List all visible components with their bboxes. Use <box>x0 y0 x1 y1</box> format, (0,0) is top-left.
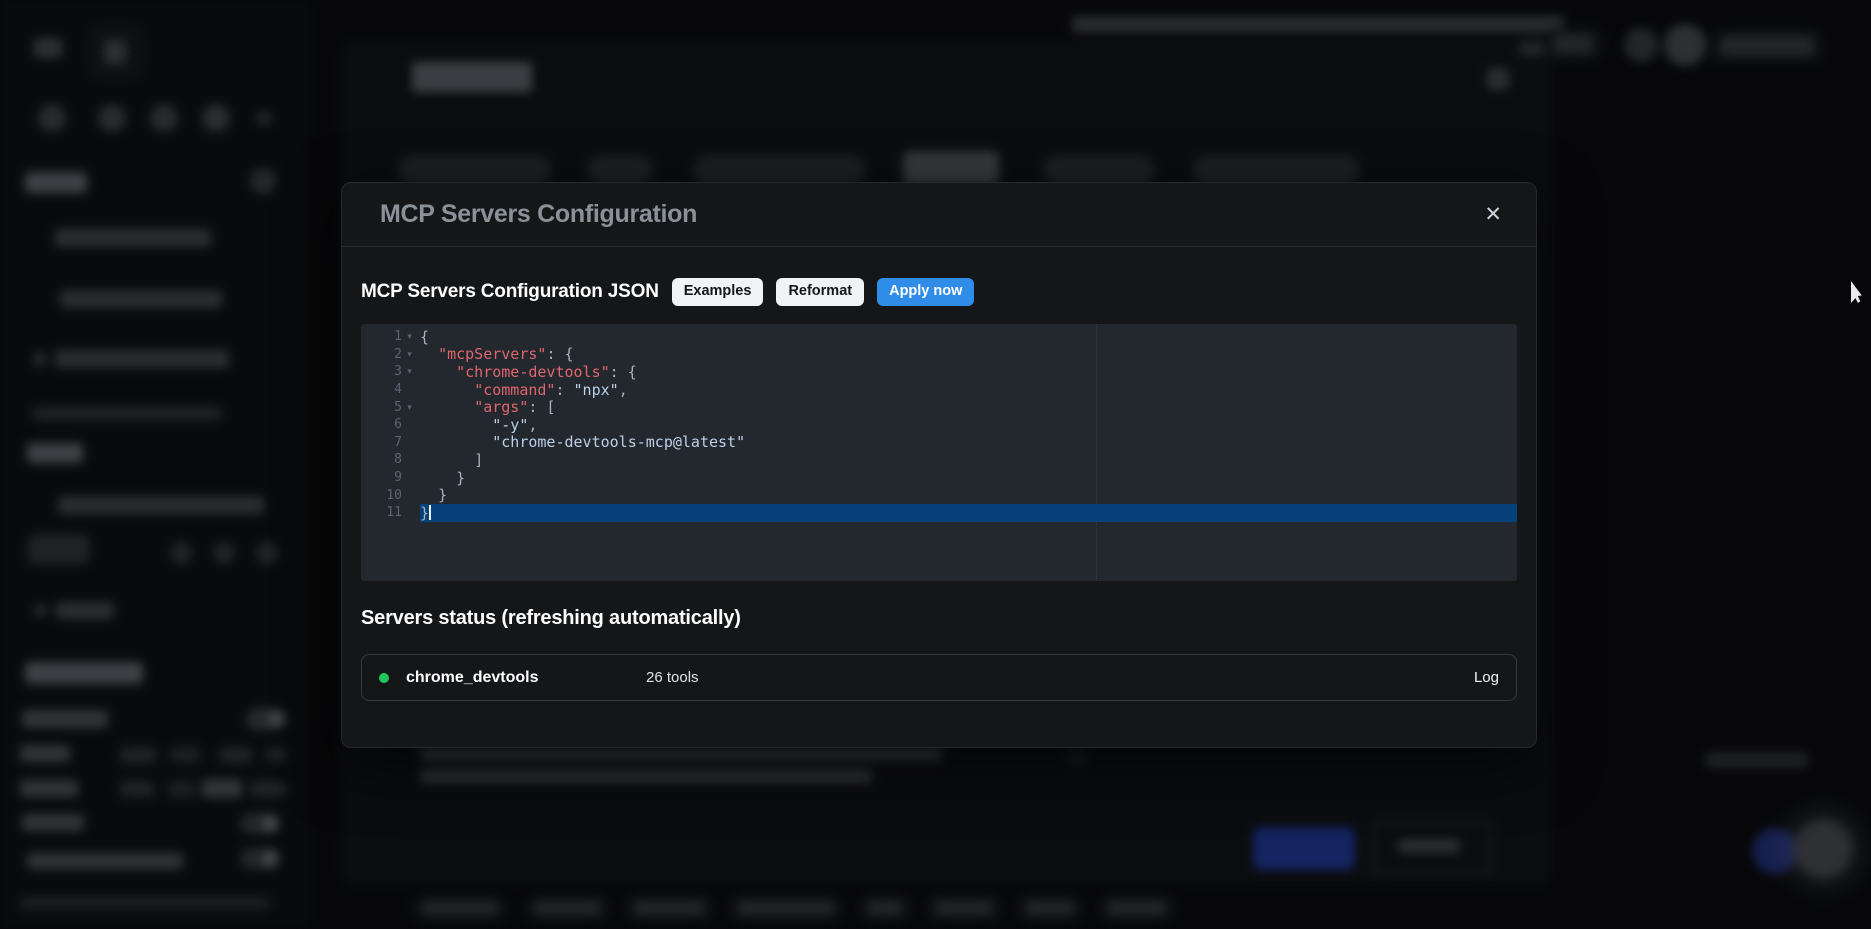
fold-caret-icon[interactable]: ▾ <box>402 331 417 342</box>
server-status-dot <box>379 672 389 683</box>
line-number: 8 <box>394 452 402 468</box>
text-cursor <box>429 504 432 520</box>
editor-line: 7 "chrome-devtools-mcp@latest" <box>361 433 1517 452</box>
close-icon[interactable]: ✕ <box>1480 200 1506 229</box>
reformat-button[interactable]: Reformat <box>776 278 865 306</box>
json-code-editor[interactable]: 1 ▾{2 ▾ "mcpServers": {3 ▾ "chrome-devtools… <box>361 324 1517 581</box>
code-text: "args": [ <box>474 398 556 417</box>
editor-line: 3 ▾ "chrome-devtools": { <box>361 363 1517 381</box>
code-text: "mcpServers": { <box>438 345 574 364</box>
editor-line: 11} <box>361 504 1517 522</box>
modal-title: MCP Servers Configuration <box>380 200 698 228</box>
code-text: "chrome-devtools": { <box>456 362 637 381</box>
editor-line: 5 ▾ "args": [ <box>361 398 1517 416</box>
code-text: ] <box>474 450 484 469</box>
server-status-list: chrome_devtools 26 tools Log <box>361 654 1517 701</box>
status-section-heading: Servers status (refreshing automatically… <box>361 607 741 629</box>
line-number: 5 <box>394 399 402 415</box>
code-text: "-y", <box>492 415 538 434</box>
server-row: chrome_devtools 26 tools Log <box>361 654 1517 701</box>
json-section-heading: MCP Servers Configuration JSON <box>361 281 659 302</box>
editor-line: 1 ▾{ <box>361 328 1517 346</box>
code-text: "command": "npx", <box>474 380 628 399</box>
code-text: "chrome-devtools-mcp@latest" <box>492 433 746 452</box>
line-number: 2 <box>394 346 402 362</box>
editor-line: 2 ▾ "mcpServers": { <box>361 345 1517 364</box>
modal-body: MCP Servers Configuration JSON Examples … <box>342 277 1536 701</box>
fold-caret-icon[interactable]: ▾ <box>402 366 417 377</box>
code-text: } <box>456 468 466 487</box>
editor-line: 9 } <box>361 469 1517 487</box>
fold-caret-icon[interactable]: ▾ <box>402 349 417 360</box>
code-text: { <box>420 327 430 346</box>
code-text: } <box>438 486 448 505</box>
examples-button[interactable]: Examples <box>671 278 764 306</box>
modal-header: MCP Servers Configuration ✕ <box>342 183 1536 247</box>
line-number: 1 <box>394 329 402 345</box>
apply-now-button[interactable]: Apply now <box>877 278 975 306</box>
line-number: 4 <box>394 382 402 398</box>
line-number: 11 <box>386 505 402 521</box>
editor-line: 4 "command": "npx", <box>361 381 1517 399</box>
app-root: MCP Servers Configuration ✕ MCP Servers … <box>0 0 1871 929</box>
editor-line: 10 } <box>361 486 1517 504</box>
line-number: 6 <box>394 417 402 433</box>
json-section-header: MCP Servers Configuration JSON Examples … <box>361 277 1517 307</box>
line-number: 7 <box>394 434 402 450</box>
line-number: 3 <box>394 364 402 380</box>
code-text: } <box>420 503 432 522</box>
server-name: chrome_devtools <box>406 668 539 686</box>
fold-caret-icon[interactable]: ▾ <box>402 402 417 413</box>
line-number: 10 <box>386 487 402 503</box>
server-log-link[interactable]: Log <box>1474 669 1499 686</box>
editor-line: 6 "-y", <box>361 416 1517 434</box>
line-number: 9 <box>394 470 402 486</box>
editor-line: 8 ] <box>361 451 1517 469</box>
server-tools-count: 26 tools <box>646 669 699 686</box>
mcp-servers-config-modal: MCP Servers Configuration ✕ MCP Servers … <box>341 182 1537 748</box>
